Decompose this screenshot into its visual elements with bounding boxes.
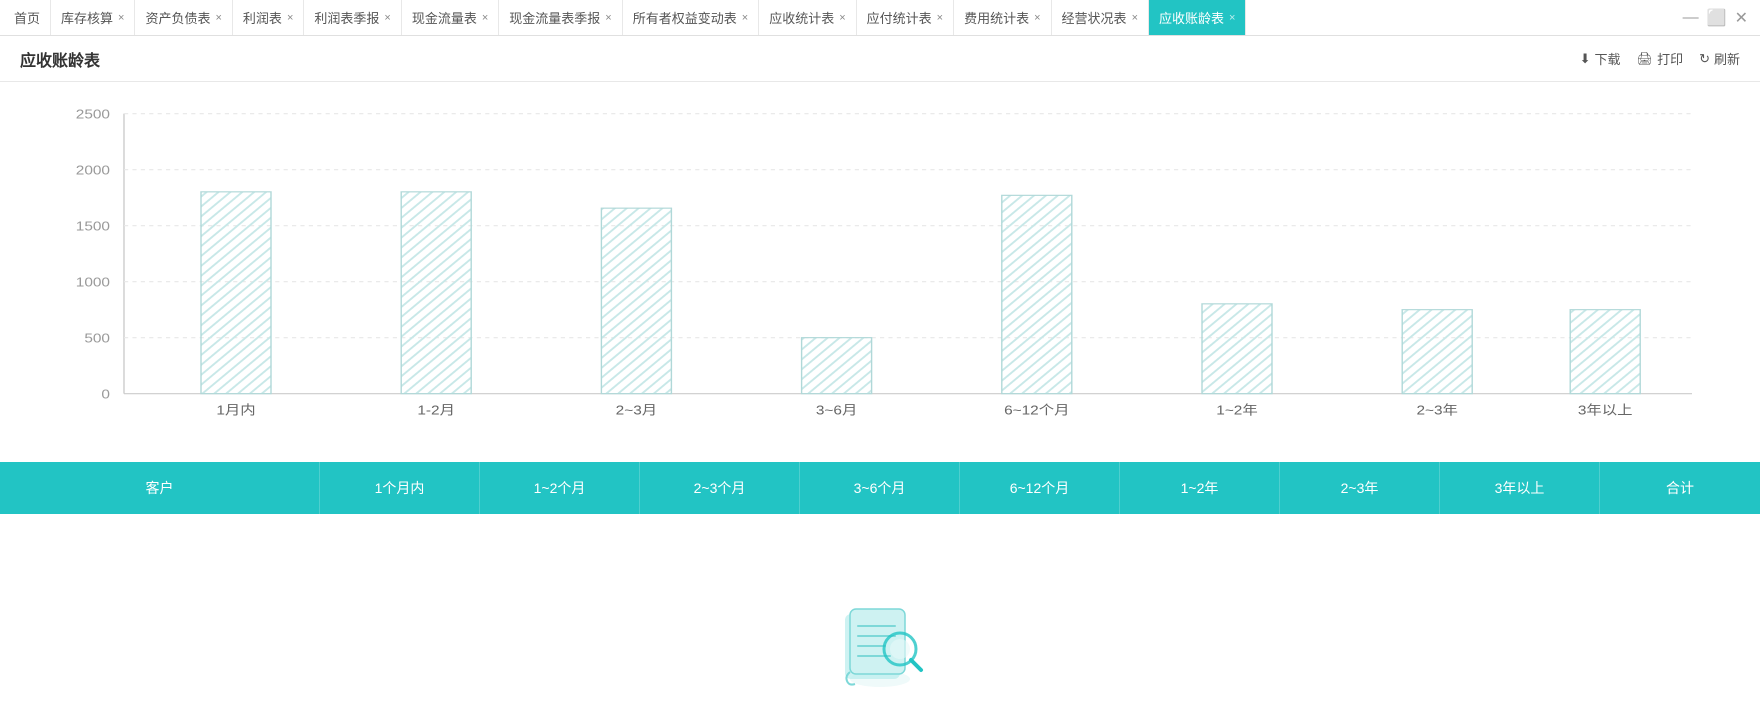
page-title: 应收账龄表 — [20, 47, 100, 71]
tab-close-profit-quarterly[interactable]: × — [384, 12, 390, 24]
tab-home[interactable]: 首页 — [4, 0, 51, 35]
col-6-12month: 6~12个月 — [960, 462, 1120, 514]
window-controls: — ⬜ ✕ — [1683, 8, 1756, 28]
tab-inventory[interactable]: 库存核算 × — [51, 0, 135, 35]
download-icon: ⬇ — [1580, 51, 1591, 67]
tab-profit[interactable]: 利润表 × — [233, 0, 304, 35]
col-1-2year: 1~2年 — [1120, 462, 1280, 514]
tab-balance[interactable]: 资产负债表 × — [135, 0, 232, 35]
tab-close-operations[interactable]: × — [1132, 12, 1138, 24]
empty-icon-svg — [825, 584, 935, 694]
bar-1-2月 — [401, 192, 471, 394]
col-3-6month: 3~6个月 — [800, 462, 960, 514]
bar-2-3月 — [601, 208, 671, 394]
tab-profit-quarterly[interactable]: 利润表季报 × — [304, 0, 401, 35]
tab-cashflow[interactable]: 现金流量表 × — [402, 0, 499, 35]
svg-text:1-2月: 1-2月 — [417, 404, 455, 418]
svg-text:6~12个月: 6~12个月 — [1004, 404, 1069, 418]
chart-area: 2500 2000 1500 1000 500 0 — [0, 82, 1760, 462]
tab-close-ar-aging[interactable]: × — [1229, 12, 1235, 24]
maximize-button[interactable]: ⬜ — [1707, 8, 1727, 28]
page-header: 应收账龄表 ⬇ 下载 🖨 打印 ↻ 刷新 — [0, 36, 1760, 82]
col-2-3year: 2~3年 — [1280, 462, 1440, 514]
svg-text:1000: 1000 — [76, 275, 110, 289]
tab-equity[interactable]: 所有者权益变动表 × — [623, 0, 759, 35]
download-button[interactable]: ⬇ 下载 — [1580, 49, 1621, 68]
refresh-button[interactable]: ↻ 刷新 — [1699, 49, 1740, 68]
col-total: 合计 — [1600, 462, 1760, 514]
tab-close-cashflow[interactable]: × — [482, 12, 488, 24]
bar-3-6月 — [802, 338, 872, 394]
print-button[interactable]: 🖨 打印 — [1637, 49, 1684, 68]
bar-6-12月 — [1002, 195, 1072, 393]
tab-close-balance[interactable]: × — [215, 12, 221, 24]
tab-close-ap-stat[interactable]: × — [937, 12, 943, 24]
col-1month: 1个月内 — [320, 462, 480, 514]
svg-text:2~3月: 2~3月 — [616, 404, 657, 418]
svg-text:0: 0 — [101, 387, 110, 401]
bar-chart-svg: 2500 2000 1500 1000 500 0 — [40, 102, 1720, 452]
tab-close-expense-stat[interactable]: × — [1034, 12, 1040, 24]
svg-text:3~6月: 3~6月 — [816, 404, 857, 418]
tab-bar: 首页 库存核算 × 资产负债表 × 利润表 × 利润表季报 × 现金流量表 × … — [0, 0, 1760, 36]
svg-text:2000: 2000 — [76, 163, 110, 177]
tab-operations[interactable]: 经营状况表 × — [1052, 0, 1149, 35]
svg-text:1500: 1500 — [76, 219, 110, 233]
svg-text:500: 500 — [84, 331, 110, 345]
tab-close-profit[interactable]: × — [287, 12, 293, 24]
tab-ar-stat[interactable]: 应收统计表 × — [759, 0, 856, 35]
empty-state — [0, 514, 1760, 714]
bar-1-2年 — [1202, 304, 1272, 394]
refresh-icon: ↻ — [1699, 51, 1710, 67]
bar-3年以上 — [1570, 310, 1640, 394]
minimize-button[interactable]: — — [1683, 9, 1699, 27]
tab-close-inventory[interactable]: × — [118, 12, 124, 24]
tab-close-equity[interactable]: × — [742, 12, 748, 24]
close-button[interactable]: ✕ — [1735, 8, 1748, 28]
main-content: 2500 2000 1500 1000 500 0 — [0, 82, 1760, 720]
tab-ar-aging[interactable]: 应收账龄表 × — [1149, 0, 1246, 35]
col-3yearplus: 3年以上 — [1440, 462, 1600, 514]
col-1-2month: 1~2个月 — [480, 462, 640, 514]
svg-text:1~2年: 1~2年 — [1216, 404, 1257, 418]
empty-illustration — [825, 554, 935, 694]
print-icon: 🖨 — [1637, 51, 1654, 67]
tab-expense-stat[interactable]: 费用统计表 × — [954, 0, 1051, 35]
tab-close-ar-stat[interactable]: × — [839, 12, 845, 24]
svg-text:1月内: 1月内 — [216, 404, 255, 418]
col-customer: 客户 — [0, 462, 320, 514]
svg-text:2~3年: 2~3年 — [1416, 404, 1457, 418]
table-header: 客户 1个月内 1~2个月 2~3个月 3~6个月 6~12个月 1~2年 2~… — [0, 462, 1760, 514]
tab-cashflow-quarterly[interactable]: 现金流量表季报 × — [499, 0, 622, 35]
col-2-3month: 2~3个月 — [640, 462, 800, 514]
page-actions: ⬇ 下载 🖨 打印 ↻ 刷新 — [1580, 49, 1740, 68]
tab-ap-stat[interactable]: 应付统计表 × — [857, 0, 954, 35]
tab-close-cashflow-quarterly[interactable]: × — [605, 12, 611, 24]
bar-1月内 — [201, 192, 271, 394]
svg-text:3年以上: 3年以上 — [1578, 404, 1633, 418]
svg-text:2500: 2500 — [76, 107, 110, 121]
bar-2-3年 — [1402, 310, 1472, 394]
